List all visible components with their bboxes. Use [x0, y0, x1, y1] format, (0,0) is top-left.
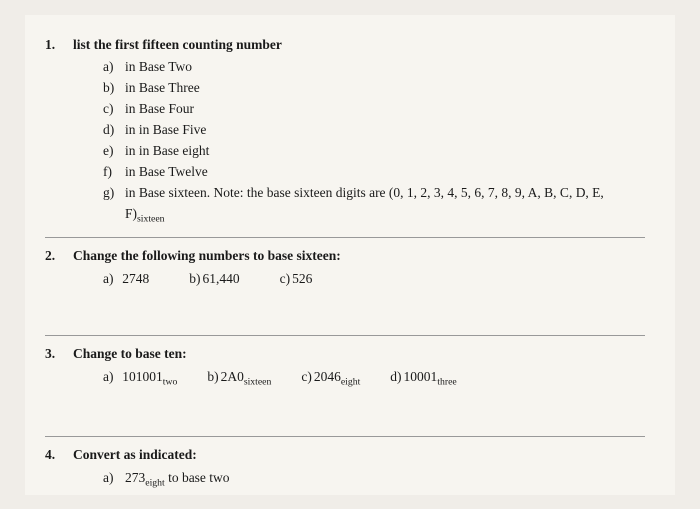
q2-a-value: 2748 — [122, 269, 149, 290]
question-2: 2. Change the following numbers to base … — [45, 246, 645, 290]
question-4: 4. Convert as indicated: a) 273eight to … — [45, 445, 645, 494]
q2-number: 2. — [45, 246, 73, 290]
q1-c: c) in Base Four — [103, 99, 645, 120]
q2-c: c) 526 — [280, 269, 313, 290]
q1-title: list the first fifteen counting number — [73, 35, 645, 56]
q3-c: c) 2046eight — [301, 367, 360, 390]
q3-b: b) 2A0sixteen — [207, 367, 271, 390]
q1-g-subscript: sixteen — [137, 214, 165, 225]
q1-c-text: in Base Four — [125, 99, 194, 120]
q1-a: a) in Base Two — [103, 57, 645, 78]
divider-2 — [45, 335, 645, 336]
q3-items: a) 101001two b) 2A0sixteen c) 2046eight … — [73, 367, 645, 390]
q3-c-sub: eight — [341, 377, 360, 388]
q3-d-sub: three — [437, 377, 456, 388]
q2-b-label: b) — [189, 269, 200, 290]
q1-f-label: f) — [103, 162, 125, 183]
q1-a-label: a) — [103, 57, 125, 78]
q3-b-label: b) — [207, 367, 218, 388]
q3-number: 3. — [45, 344, 73, 390]
q3-a-label: a) — [103, 367, 120, 388]
q1-d: d) in in Base Five — [103, 120, 645, 141]
q1-d-text: in in Base Five — [125, 120, 206, 141]
q3-c-value: 2046eight — [314, 367, 360, 390]
q3-d-value: 10001three — [404, 367, 457, 390]
q3-a-value: 101001two — [122, 367, 177, 390]
q4-b-text: 111nine to base three — [125, 491, 233, 495]
q1-c-label: c) — [103, 99, 125, 120]
q3-a: a) 101001two — [103, 367, 177, 390]
q4-b-label: b) — [103, 491, 125, 495]
q2-b-value: 61,440 — [203, 269, 240, 290]
q4-subitems: a) 273eight to base two b) 111nine to ba… — [73, 468, 645, 494]
q1-g-text: in Base sixteen. Note: the base sixteen … — [125, 183, 645, 227]
q4-content: Convert as indicated: a) 273eight to bas… — [73, 445, 645, 494]
q2-c-label: c) — [280, 269, 291, 290]
q3-title: Change to base ten: — [73, 344, 645, 365]
q3-d-label: d) — [390, 367, 401, 388]
paper: 1. list the first fifteen counting numbe… — [25, 15, 675, 495]
q1-subitems: a) in Base Two b) in Base Three c) in Ba… — [73, 57, 645, 226]
q1-a-text: in Base Two — [125, 57, 192, 78]
q3-b-sub: sixteen — [244, 377, 272, 388]
q1-f: f) in Base Twelve — [103, 162, 645, 183]
q3-a-sub: two — [163, 377, 178, 388]
divider-3 — [45, 436, 645, 437]
q4-number: 4. — [45, 445, 73, 494]
q3-b-value: 2A0sixteen — [221, 367, 272, 390]
q4-a-label: a) — [103, 468, 125, 489]
q3-d: d) 10001three — [390, 367, 456, 390]
q1-d-label: d) — [103, 120, 125, 141]
divider-1 — [45, 237, 645, 238]
q4-a-sub: eight — [145, 478, 164, 489]
question-3: 3. Change to base ten: a) 101001two b) 2… — [45, 344, 645, 390]
q2-a-label: a) — [103, 269, 120, 290]
q2-b: b) 61,440 — [189, 269, 239, 290]
q3-content: Change to base ten: a) 101001two b) 2A0s… — [73, 344, 645, 390]
q1-number: 1. — [45, 35, 73, 227]
q4-a: a) 273eight to base two — [103, 468, 645, 491]
q2-a: a) 2748 — [103, 269, 149, 290]
q1-g: g) in Base sixteen. Note: the base sixte… — [103, 183, 645, 227]
question-1: 1. list the first fifteen counting numbe… — [45, 35, 645, 227]
q3-c-label: c) — [301, 367, 312, 388]
q1-f-text: in Base Twelve — [125, 162, 208, 183]
q1-content: list the first fifteen counting number a… — [73, 35, 645, 227]
q2-items: a) 2748 b) 61,440 c) 526 — [73, 269, 645, 290]
q1-b-label: b) — [103, 78, 125, 99]
q1-g-label: g) — [103, 183, 125, 204]
q2-title: Change the following numbers to base six… — [73, 246, 645, 267]
q4-title: Convert as indicated: — [73, 445, 645, 466]
q4-a-text: 273eight to base two — [125, 468, 230, 491]
q2-content: Change the following numbers to base six… — [73, 246, 645, 290]
q1-e: e) in in Base eight — [103, 141, 645, 162]
q1-b: b) in Base Three — [103, 78, 645, 99]
q1-e-text: in in Base eight — [125, 141, 209, 162]
q1-e-label: e) — [103, 141, 125, 162]
q2-c-value: 526 — [292, 269, 312, 290]
q1-b-text: in Base Three — [125, 78, 200, 99]
q4-b: b) 111nine to base three — [103, 491, 645, 495]
